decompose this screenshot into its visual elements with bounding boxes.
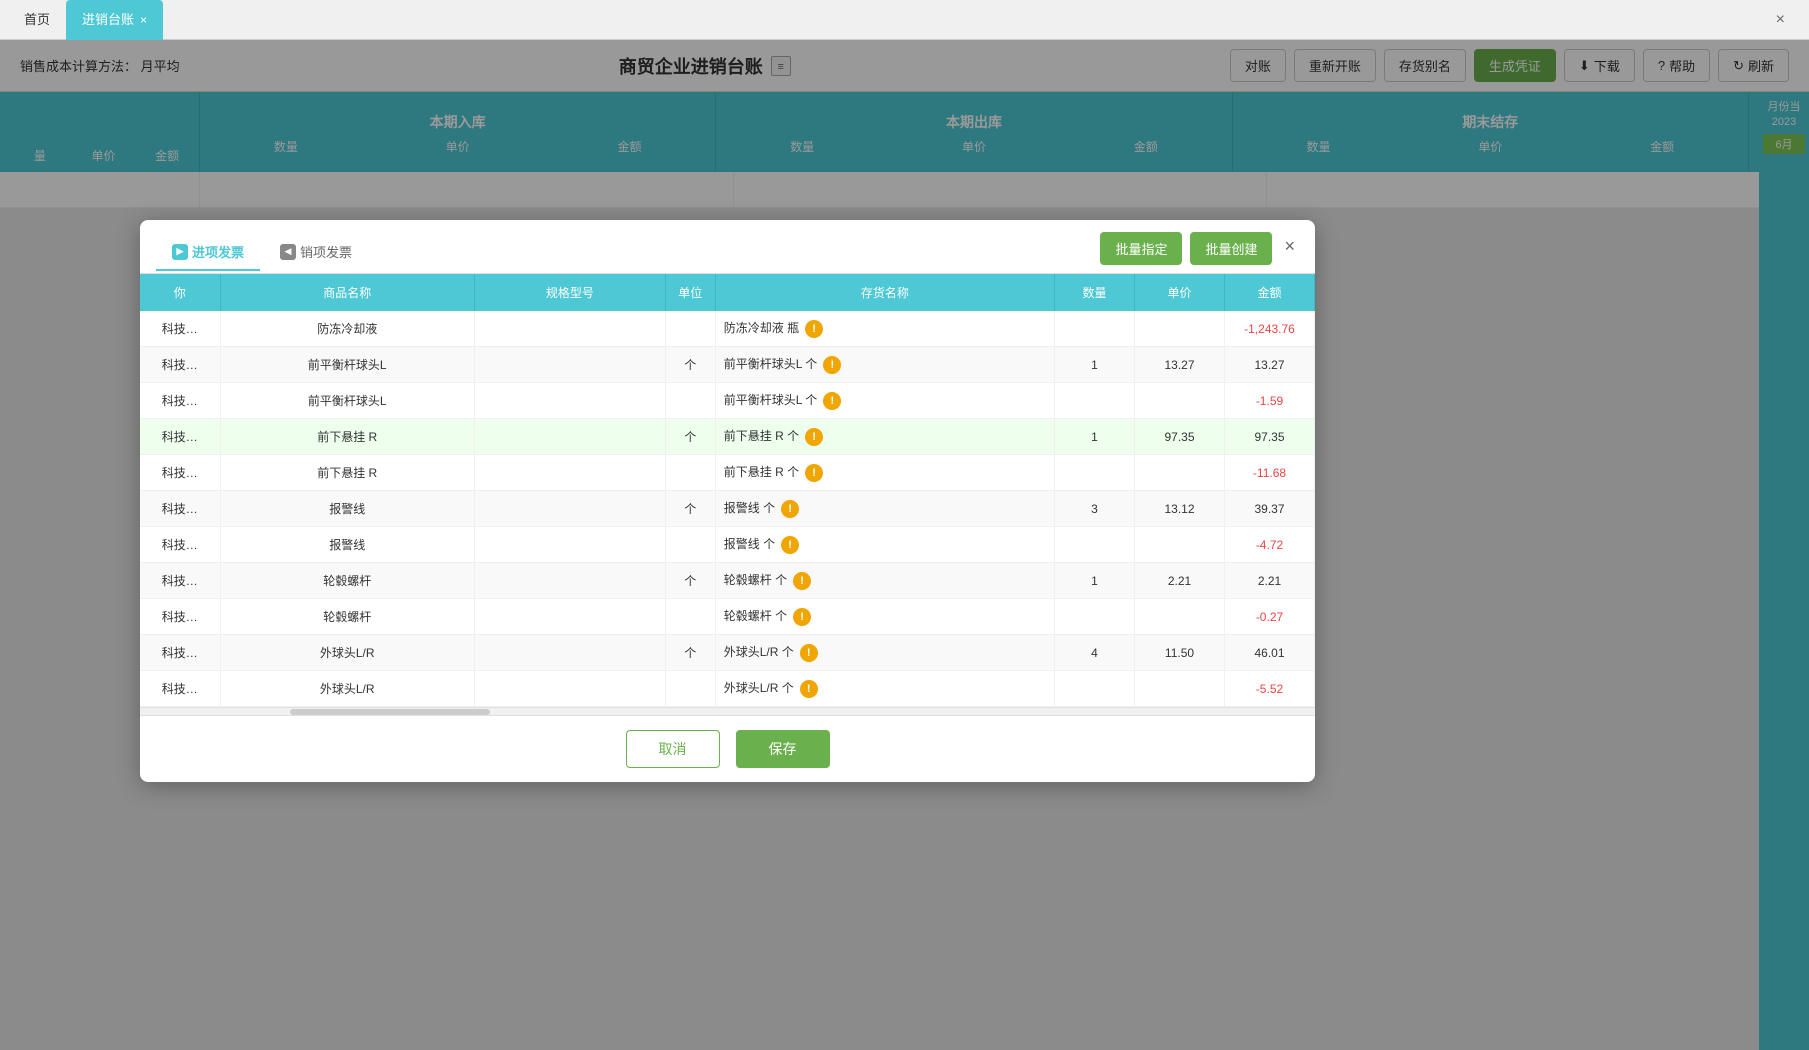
batch-create-button[interactable]: 批量创建 (1190, 232, 1272, 265)
col-header-product: 商品名称 (220, 274, 474, 311)
tab-purchase-invoice[interactable]: ▶ 进项发票 (156, 234, 260, 271)
invoice-in-icon: ▶ (172, 244, 188, 260)
window-close-button[interactable]: × (1776, 11, 1801, 29)
table-row: 科技…前平衡杆球头L个前平衡杆球头L 个!113.2713.27 (140, 347, 1315, 383)
warning-icon: ! (781, 536, 799, 554)
col-header-supplier: 你 (140, 274, 220, 311)
col-header-qty: 数量 (1055, 274, 1135, 311)
tab-sales-invoice[interactable]: ◀ 销项发票 (264, 234, 368, 271)
horizontal-scrollbar[interactable] (140, 707, 1315, 715)
table-row: 科技…轮毂螺杆个轮毂螺杆 个!12.212.21 (140, 563, 1315, 599)
dialog-header: ▶ 进项发票 ◀ 销项发票 批量指定 批量创建 × (140, 220, 1315, 274)
warning-icon: ! (823, 392, 841, 410)
invoice-dialog: ▶ 进项发票 ◀ 销项发票 批量指定 批量创建 × 你 商品名称 规格型号 (140, 220, 1315, 782)
save-button[interactable]: 保存 (736, 730, 830, 768)
tab-ledger[interactable]: 进销台账 × (66, 0, 163, 40)
warning-icon: ! (805, 428, 823, 446)
warning-icon: ! (781, 500, 799, 518)
warning-icon: ! (805, 464, 823, 482)
tab-home[interactable]: 首页 (8, 0, 66, 40)
table-row: 科技…防冻冷却液防冻冷却液 瓶!-1,243.76 (140, 311, 1315, 347)
table-row: 科技…轮毂螺杆轮毂螺杆 个!-0.27 (140, 599, 1315, 635)
scrollbar-thumb[interactable] (290, 709, 490, 715)
dialog-footer: 取消 保存 (140, 715, 1315, 782)
warning-icon: ! (823, 356, 841, 374)
invoice-out-icon: ◀ (280, 244, 296, 260)
dialog-header-actions: 批量指定 批量创建 × (1100, 232, 1299, 273)
table-row: 科技…前下悬挂 R前下悬挂 R 个!-11.68 (140, 455, 1315, 491)
table-row: 科技…报警线报警线 个!-4.72 (140, 527, 1315, 563)
table-row: 科技…外球头L/R外球头L/R 个!-5.52 (140, 671, 1315, 707)
table-row: 科技…前下悬挂 R个前下悬挂 R 个!197.3597.35 (140, 419, 1315, 455)
batch-assign-button[interactable]: 批量指定 (1100, 232, 1182, 265)
warning-icon: ! (800, 644, 818, 662)
col-header-amount: 金额 (1225, 274, 1315, 311)
col-header-stock: 存货名称 (715, 274, 1054, 311)
tab-close-icon[interactable]: × (140, 0, 147, 40)
cancel-button[interactable]: 取消 (626, 730, 720, 768)
table-row: 科技…外球头L/R个外球头L/R 个!411.5046.01 (140, 635, 1315, 671)
col-header-spec: 规格型号 (474, 274, 665, 311)
warning-icon: ! (793, 608, 811, 626)
top-tab-bar: 首页 进销台账 × × (0, 0, 1809, 40)
col-header-price: 单价 (1135, 274, 1225, 311)
dialog-table: 你 商品名称 规格型号 单位 存货名称 数量 单价 金额 科技…防冻冷却液防冻冷… (140, 274, 1315, 707)
main-content: 销售成本计算方法： 月平均 商贸企业进销台账 ≡ 对账 重新开账 存货别名 生成… (0, 40, 1809, 1050)
dialog-close-button[interactable]: × (1280, 236, 1299, 257)
table-row: 科技…前平衡杆球头L前平衡杆球头L 个!-1.59 (140, 383, 1315, 419)
table-row: 科技…报警线个报警线 个!313.1239.37 (140, 491, 1315, 527)
warning-icon: ! (805, 320, 823, 338)
warning-icon: ! (793, 572, 811, 590)
col-header-unit: 单位 (665, 274, 715, 311)
warning-icon: ! (800, 680, 818, 698)
